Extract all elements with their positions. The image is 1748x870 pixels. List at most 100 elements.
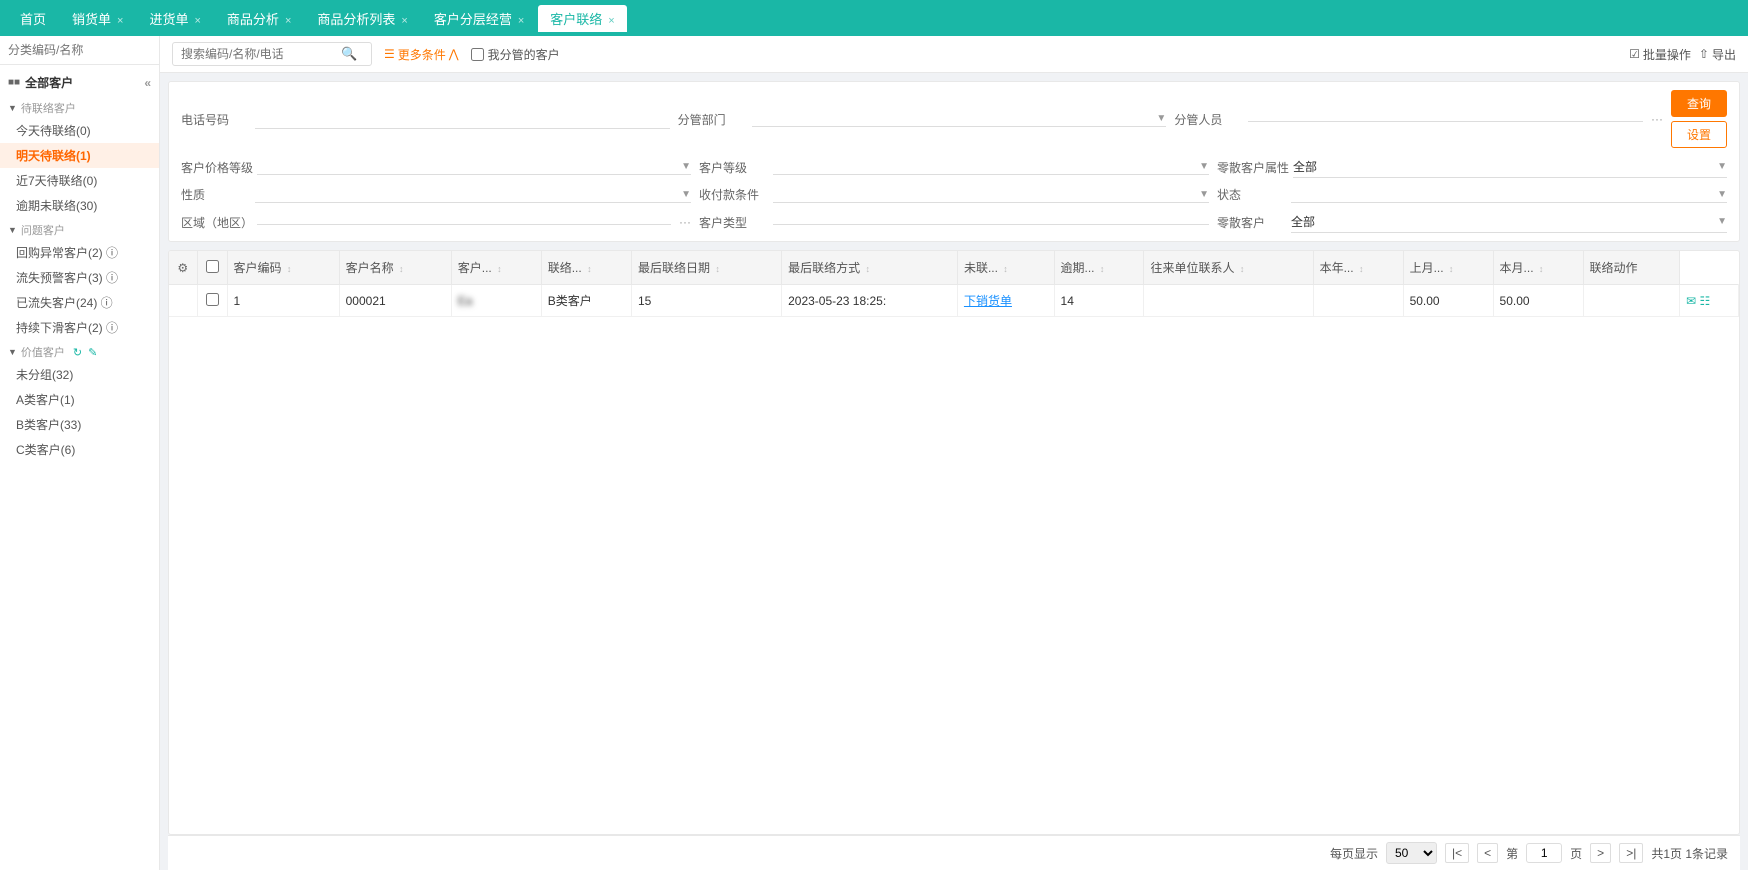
th-type[interactable]: 客户... ↕ [451,251,541,285]
last-page-btn[interactable]: >| [1619,843,1643,863]
th-uncontacted[interactable]: 未联... ↕ [957,251,1054,285]
sidebar-all-customers-label: 全部客户 [25,74,73,91]
page-number-input[interactable] [1526,843,1562,863]
region-dots[interactable]: ··· [679,215,691,229]
nav-close-customer-contact[interactable]: × [608,15,614,27]
th-checkbox [197,251,227,285]
sidebar-item-class-c[interactable]: C类客户(6) [0,437,159,462]
dept-label: 分管部门 [678,111,748,128]
nav-item-home[interactable]: 首页 [8,5,58,32]
refresh-icon[interactable]: ↻ [73,346,82,359]
page-size-select[interactable]: 50 100 200 [1386,842,1437,864]
nav-item-purchase[interactable]: 进货单× [137,5,212,32]
customer-type-select[interactable] [773,220,1209,225]
dept-select[interactable]: ▼ [752,111,1167,127]
row-type: B类客户 [541,285,631,317]
setting-btn[interactable]: 设置 [1671,121,1727,148]
nav-close-purchase[interactable]: × [194,15,200,27]
payment-select[interactable]: ▼ [773,187,1209,203]
my-customers-label: 我分管的客户 [488,46,560,63]
sidebar-item-repurchase-abnormal[interactable]: 回购异常客户(2) ⓘ [0,240,159,265]
my-customers-checkbox[interactable] [471,48,484,61]
more-filters-btn[interactable]: ☰ 更多条件 ⋀ [380,44,463,65]
customer-level-label: 客户等级 [699,159,769,176]
data-table: ⚙ 客户编码 ↕ 客户名称 ↕ 客户... ↕ 联络... ↕ 最后联络日期 ↕… [169,251,1739,317]
th-this-year[interactable]: 本年... ↕ [1313,251,1403,285]
nav-close-product-analysis[interactable]: × [285,15,291,27]
sidebar-item-week[interactable]: 近7天待联络(0) [0,168,159,193]
prev-page-btn[interactable]: < [1477,843,1498,863]
toolbar-search-input[interactable] [181,47,341,61]
region-select[interactable] [257,220,671,225]
nav-item-product-analysis-list[interactable]: 商品分析列表× [305,5,419,32]
sidebar-item-unclassified[interactable]: 未分组(32) [0,362,159,387]
status-select[interactable]: ▼ [1291,187,1727,203]
sidebar-all-customers[interactable]: ■■ 全部客户 « [0,69,159,96]
row-contact-count: 15 [631,285,781,317]
toolbar-search-container: 🔍 [172,42,372,66]
retail-customer-label: 零散客户 [1217,214,1287,231]
query-btn[interactable]: 查询 [1671,90,1727,117]
nav-item-product-analysis[interactable]: 商品分析× [215,5,303,32]
manager-dots[interactable]: ··· [1651,112,1663,126]
filter-price-level: 客户价格等级 ▼ [181,159,691,176]
th-name[interactable]: 客户名称 ↕ [339,251,451,285]
sidebar-item-class-a[interactable]: A类客户(1) [0,387,159,412]
filter-manager: 分管人员 ··· [1174,111,1663,128]
sidebar-item-churned[interactable]: 已流失客户(24) ⓘ [0,290,159,315]
th-gear[interactable]: ⚙ [169,251,197,285]
th-last-month[interactable]: 上月... ↕ [1403,251,1493,285]
customer-level-select[interactable]: ▼ [773,159,1209,175]
phone-label: 电话号码 [181,111,251,128]
retail-customer-select[interactable]: 全部 ▼ [1291,211,1727,233]
retail-attr-select[interactable]: 全部 ▼ [1293,156,1727,178]
nav-item-sales[interactable]: 销货单× [60,5,135,32]
my-customers-checkbox-label[interactable]: 我分管的客户 [471,46,560,63]
row-name[interactable]: Ea [451,285,541,317]
sidebar-item-churn-warning[interactable]: 流失预警客户(3) ⓘ [0,265,159,290]
top-nav: 首页销货单×进货单×商品分析×商品分析列表×客户分层经营×客户联络× [0,0,1748,36]
th-last-method[interactable]: 最后联络方式 ↕ [782,251,958,285]
nav-close-product-analysis-list[interactable]: × [401,15,407,27]
nav-item-customer-layer[interactable]: 客户分层经营× [422,5,536,32]
edit-icon[interactable]: ✎ [88,346,97,359]
row-last-method[interactable]: 下销货单 [957,285,1054,317]
th-this-month[interactable]: 本月... ↕ [1493,251,1583,285]
filter-row-2: 客户价格等级 ▼ 客户等级 ▼ 零散客户属性 [181,156,1727,178]
row-action[interactable]: ✉ ☷ [1680,285,1739,317]
filter-status: 状态 ▼ [1217,186,1727,203]
nav-close-customer-layer[interactable]: × [518,15,524,27]
first-page-btn[interactable]: |< [1445,843,1469,863]
nav-item-customer-contact[interactable]: 客户联络× [538,5,626,32]
batch-ops-btn[interactable]: ☑ 批量操作 [1629,46,1691,63]
nature-select[interactable]: ▼ [255,187,691,203]
triangle-icon-value: ▼ [8,347,17,357]
row-checkbox[interactable] [206,293,219,306]
sidebar-item-today[interactable]: 今天待联络(0) [0,118,159,143]
th-last-date[interactable]: 最后联络日期 ↕ [631,251,781,285]
toolbar-search-icon[interactable]: 🔍 [341,46,357,62]
th-contact-count[interactable]: 联络... ↕ [541,251,631,285]
select-all-checkbox[interactable] [206,260,219,273]
per-page-label: 每页显示 [1330,845,1378,862]
manager-select[interactable] [1248,117,1643,122]
sidebar-item-overdue[interactable]: 逾期未联络(30) [0,193,159,218]
filter-dept: 分管部门 ▼ [678,111,1167,128]
customer-level-arrow: ▼ [1199,161,1209,172]
row-code: 000021 [339,285,451,317]
collapse-icon[interactable]: « [144,76,151,90]
sidebar-item-declining[interactable]: 持续下滑客户(2) ⓘ [0,315,159,340]
next-page-btn[interactable]: > [1590,843,1611,863]
data-table-container: ⚙ 客户编码 ↕ 客户名称 ↕ 客户... ↕ 联络... ↕ 最后联络日期 ↕… [168,250,1740,835]
price-level-select[interactable]: ▼ [257,159,691,175]
sidebar-item-class-b[interactable]: B类客户(33) [0,412,159,437]
th-unit-contact[interactable]: 往来单位联系人 ↕ [1144,251,1313,285]
nav-close-sales[interactable]: × [117,15,123,27]
export-btn[interactable]: ⇧ 导出 [1699,46,1736,63]
th-code[interactable]: 客户编码 ↕ [227,251,339,285]
th-overdue[interactable]: 逾期... ↕ [1054,251,1144,285]
nature-arrow: ▼ [681,189,691,200]
sidebar-search-input[interactable] [8,43,160,57]
sidebar-item-tomorrow[interactable]: 明天待联络(1) [0,143,159,168]
phone-input[interactable] [255,110,670,129]
